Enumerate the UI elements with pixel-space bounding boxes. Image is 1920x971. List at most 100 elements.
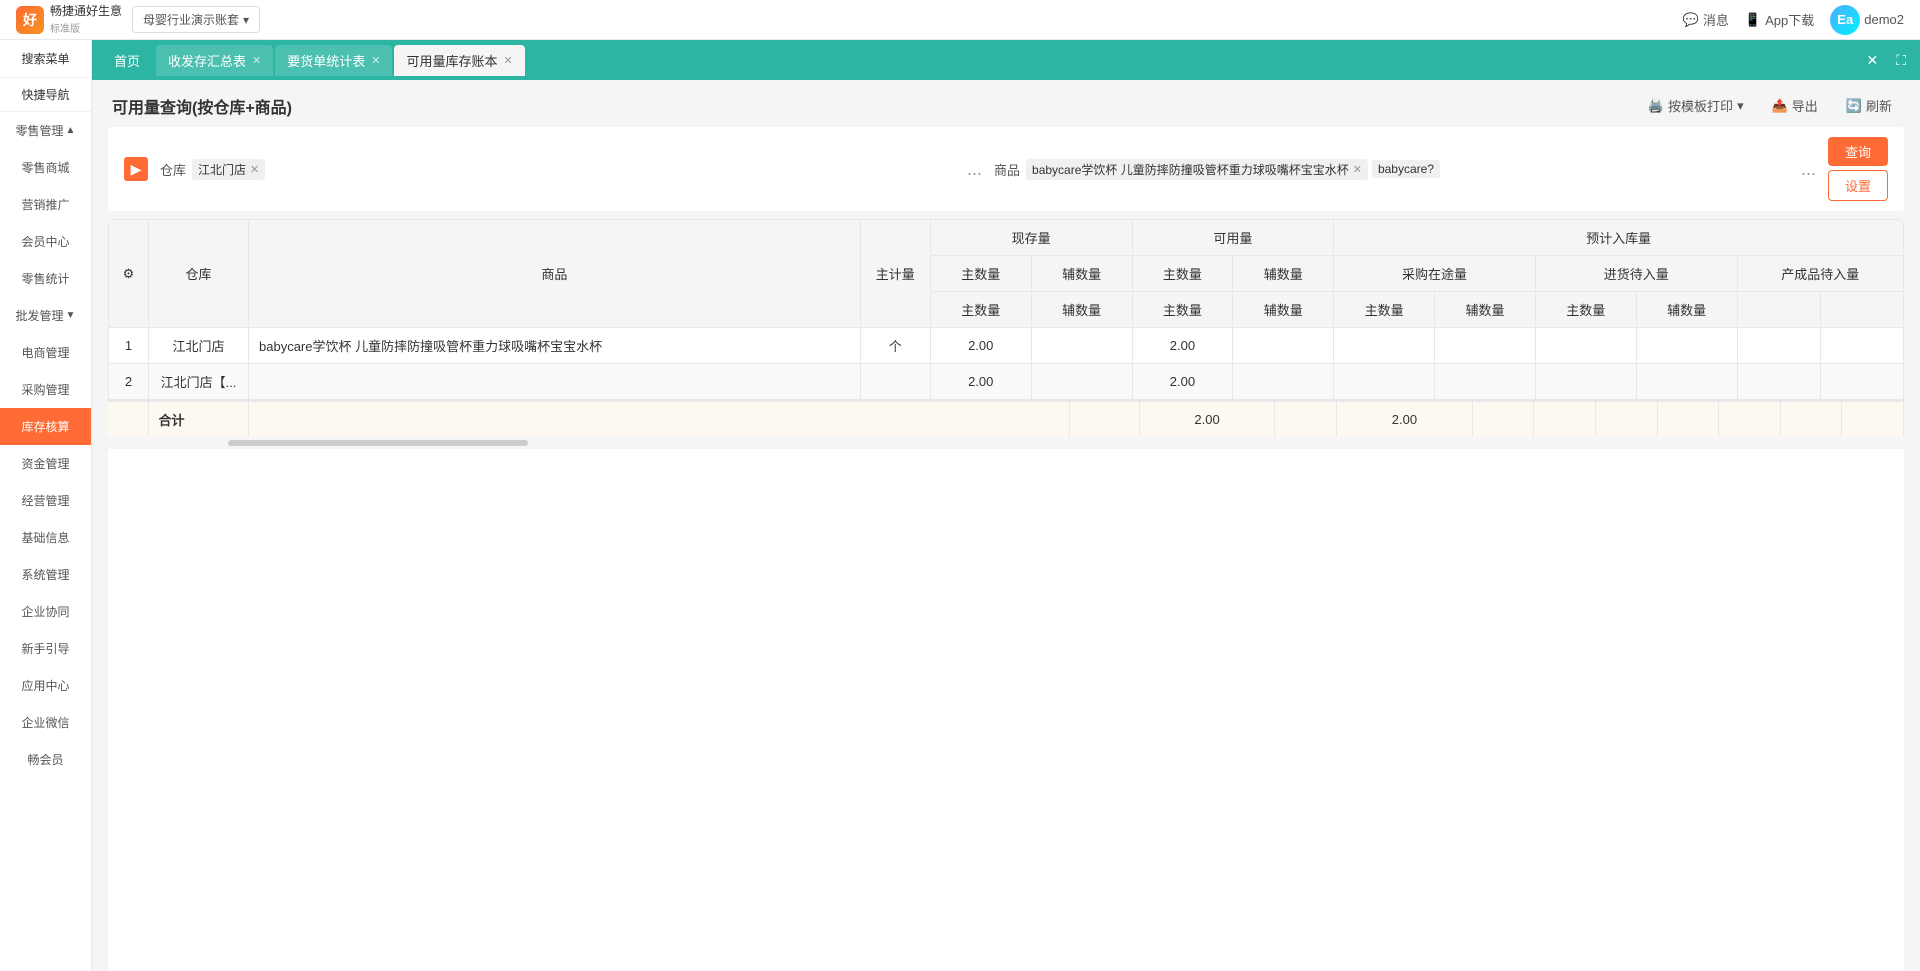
col-h-am: 主数量 [1132, 292, 1233, 328]
sidebar-item-finance[interactable]: 资金管理 [0, 445, 91, 482]
sidebar-item-enterprise[interactable]: 企业协同 [0, 593, 91, 630]
row-unit-2 [860, 364, 930, 400]
tab-inventory-ledger[interactable]: 可用量库存账本 ✕ [394, 45, 524, 76]
logo-sub: 标准版 [50, 20, 122, 35]
sidebar-item-ecommerce[interactable]: 电商管理 [0, 334, 91, 371]
sidebar-item-retail-mall[interactable]: 零售商城 [0, 149, 91, 186]
sidebar-label-basics: 基础信息 [21, 529, 69, 546]
sidebar-item-wholesale[interactable]: 批发管理 ▼ [0, 297, 91, 334]
footer-product-spacer [248, 402, 1069, 437]
warehouse-more[interactable]: ... [967, 159, 982, 180]
sidebar-label-app-center: 应用中心 [21, 677, 69, 694]
product-tag-value2: babycare? [1378, 162, 1434, 176]
footer-finished-a [1842, 402, 1904, 437]
sidebar-quick-nav[interactable]: 快捷导航 [0, 78, 91, 112]
message-icon: 💬 [1683, 12, 1699, 28]
row-currentqty-1: 2.00 [930, 328, 1031, 364]
tab-order-stats[interactable]: 要货单统计表 ✕ [275, 45, 392, 76]
sidebar-label-finance: 资金管理 [21, 455, 69, 472]
sidebar-item-newbie[interactable]: 新手引导 [0, 630, 91, 667]
tab-receivable[interactable]: 收发存汇总表 ✕ [156, 45, 273, 76]
maximize-btn[interactable]: ⛶ [1890, 50, 1912, 71]
col-goods-waiting: 进货待入量 [1535, 256, 1737, 292]
tab-home[interactable]: 首页 [100, 45, 154, 76]
logo-icon: 好 [16, 6, 44, 34]
main-layout: 搜索菜单 快捷导航 零售管理 ▲ 零售商城 营销推广 会员中心 零售统计 批发管… [0, 40, 1920, 971]
message-btn[interactable]: 💬 消息 [1683, 10, 1729, 29]
sidebar-label-retail-mall: 零售商城 [21, 159, 69, 176]
product-tag-close[interactable]: ✕ [1353, 163, 1362, 176]
export-label: 导出 [1792, 96, 1818, 115]
row-index-2: 2 [109, 364, 149, 400]
sidebar-item-marketing[interactable]: 营销推广 [0, 186, 91, 223]
sidebar-item-app-center[interactable]: 应用中心 [0, 667, 91, 704]
sidebar-item-system[interactable]: 系统管理 [0, 556, 91, 593]
sidebar-label-ecommerce: 电商管理 [21, 344, 69, 361]
row-purch-m-1 [1334, 328, 1435, 364]
col-avail-aux: 辅数量 [1233, 256, 1334, 292]
row-warehouse-1: 江北门店 [149, 328, 249, 364]
tab-close-receivable[interactable]: ✕ [252, 54, 261, 67]
row-finished-m-2 [1737, 364, 1820, 400]
tab-close-inventory-ledger[interactable]: ✕ [504, 54, 513, 67]
chevron-down-icon: ▾ [243, 13, 249, 27]
row-product-1: babycare学饮杯 儿童防摔防撞吸管杯重力球吸嘴杯宝宝水杯 [249, 328, 861, 364]
sidebar-item-retail-stats[interactable]: 零售统计 [0, 260, 91, 297]
product-filter-label: 商品 [994, 160, 1020, 179]
tab-order-stats-label: 要货单统计表 [287, 51, 365, 70]
product-tag-babycare2: babycare? [1372, 160, 1440, 178]
sidebar-label-retail-mgmt: 零售管理 [16, 122, 64, 139]
tab-close-order-stats[interactable]: ✕ [371, 54, 380, 67]
top-bar-left: 好 畅捷通好生意 标准版 母婴行业演示账套 ▾ [16, 4, 260, 35]
col-h-cm: 主数量 [930, 292, 1031, 328]
col-available: 可用量 [1132, 220, 1334, 256]
col-h-iwm: 主数量 [1535, 292, 1636, 328]
page-actions: 🖨️ 按模板打印 ▾ 📤 导出 🔄 刷新 [1640, 92, 1900, 119]
warehouse-filter-group: 仓库 江北门店 ✕ ... [160, 159, 982, 180]
filter-expand-btn[interactable]: ▶ [124, 157, 148, 181]
col-gear[interactable]: ⚙ [109, 220, 149, 328]
row-currentaux-2 [1031, 364, 1132, 400]
row-finished-m-1 [1737, 328, 1820, 364]
sidebar-label-wholesale: 批发管理 [16, 307, 64, 324]
sidebar-label-marketing: 营销推广 [21, 196, 69, 213]
row-finished-a-1 [1820, 328, 1903, 364]
warehouse-filter-label: 仓库 [160, 160, 186, 179]
user-area[interactable]: Ea demo2 [1830, 5, 1904, 35]
refresh-btn[interactable]: 🔄 刷新 [1838, 92, 1900, 119]
tab-bar: 首页 收发存汇总表 ✕ 要货单统计表 ✕ 可用量库存账本 ✕ ✕ ⛶ [92, 40, 1920, 80]
filter-bar: ▶ 仓库 江北门店 ✕ ... 商品 babycare [108, 127, 1904, 211]
footer-avail-aux [1472, 402, 1534, 437]
setting-button[interactable]: 设置 [1828, 170, 1888, 201]
query-button[interactable]: 查询 [1828, 137, 1888, 166]
row-purch-m-2 [1334, 364, 1435, 400]
sidebar-item-member-center[interactable]: 会员中心 [0, 223, 91, 260]
print-btn[interactable]: 🖨️ 按模板打印 ▾ [1640, 92, 1752, 119]
sidebar-item-enterprise-wx[interactable]: 企业微信 [0, 704, 91, 741]
sidebar-search[interactable]: 搜索菜单 [0, 40, 91, 78]
product-more[interactable]: ... [1801, 159, 1816, 180]
close-window-btn[interactable]: ✕ [1860, 50, 1884, 71]
sidebar-item-basics[interactable]: 基础信息 [0, 519, 91, 556]
sidebar-item-vip[interactable]: 畅会员 [0, 741, 91, 778]
app-download-btn[interactable]: 📱 App下载 [1745, 10, 1814, 29]
sidebar-item-operations[interactable]: 经营管理 [0, 482, 91, 519]
footer-purch-m [1534, 402, 1596, 437]
chevron-icon: ▲ [66, 125, 76, 136]
row-unit-1: 个 [860, 328, 930, 364]
export-btn[interactable]: 📤 导出 [1764, 92, 1826, 119]
sidebar-label-operations: 经营管理 [21, 492, 69, 509]
sidebar-item-inventory[interactable]: 库存核算 [0, 408, 91, 445]
warehouse-tag-value: 江北门店 [198, 161, 246, 178]
sidebar-label-system: 系统管理 [21, 566, 69, 583]
industry-selector[interactable]: 母婴行业演示账套 ▾ [132, 6, 260, 33]
warehouse-tag-close[interactable]: ✕ [250, 163, 259, 176]
data-table: ⚙ 仓库 商品 主计量 现存量 [108, 219, 1904, 400]
print-label: 按模板打印 [1668, 96, 1733, 115]
refresh-icon: 🔄 [1846, 98, 1862, 114]
product-tag-value: babycare学饮杯 儿童防摔防撞吸管杯重力球吸嘴杯宝宝水杯 [1032, 161, 1349, 178]
sidebar-item-purchase[interactable]: 采购管理 [0, 371, 91, 408]
col-h-pta: 辅数量 [1435, 292, 1536, 328]
footer-inbound-a [1719, 402, 1781, 437]
sidebar-item-retail-mgmt[interactable]: 零售管理 ▲ [0, 112, 91, 149]
